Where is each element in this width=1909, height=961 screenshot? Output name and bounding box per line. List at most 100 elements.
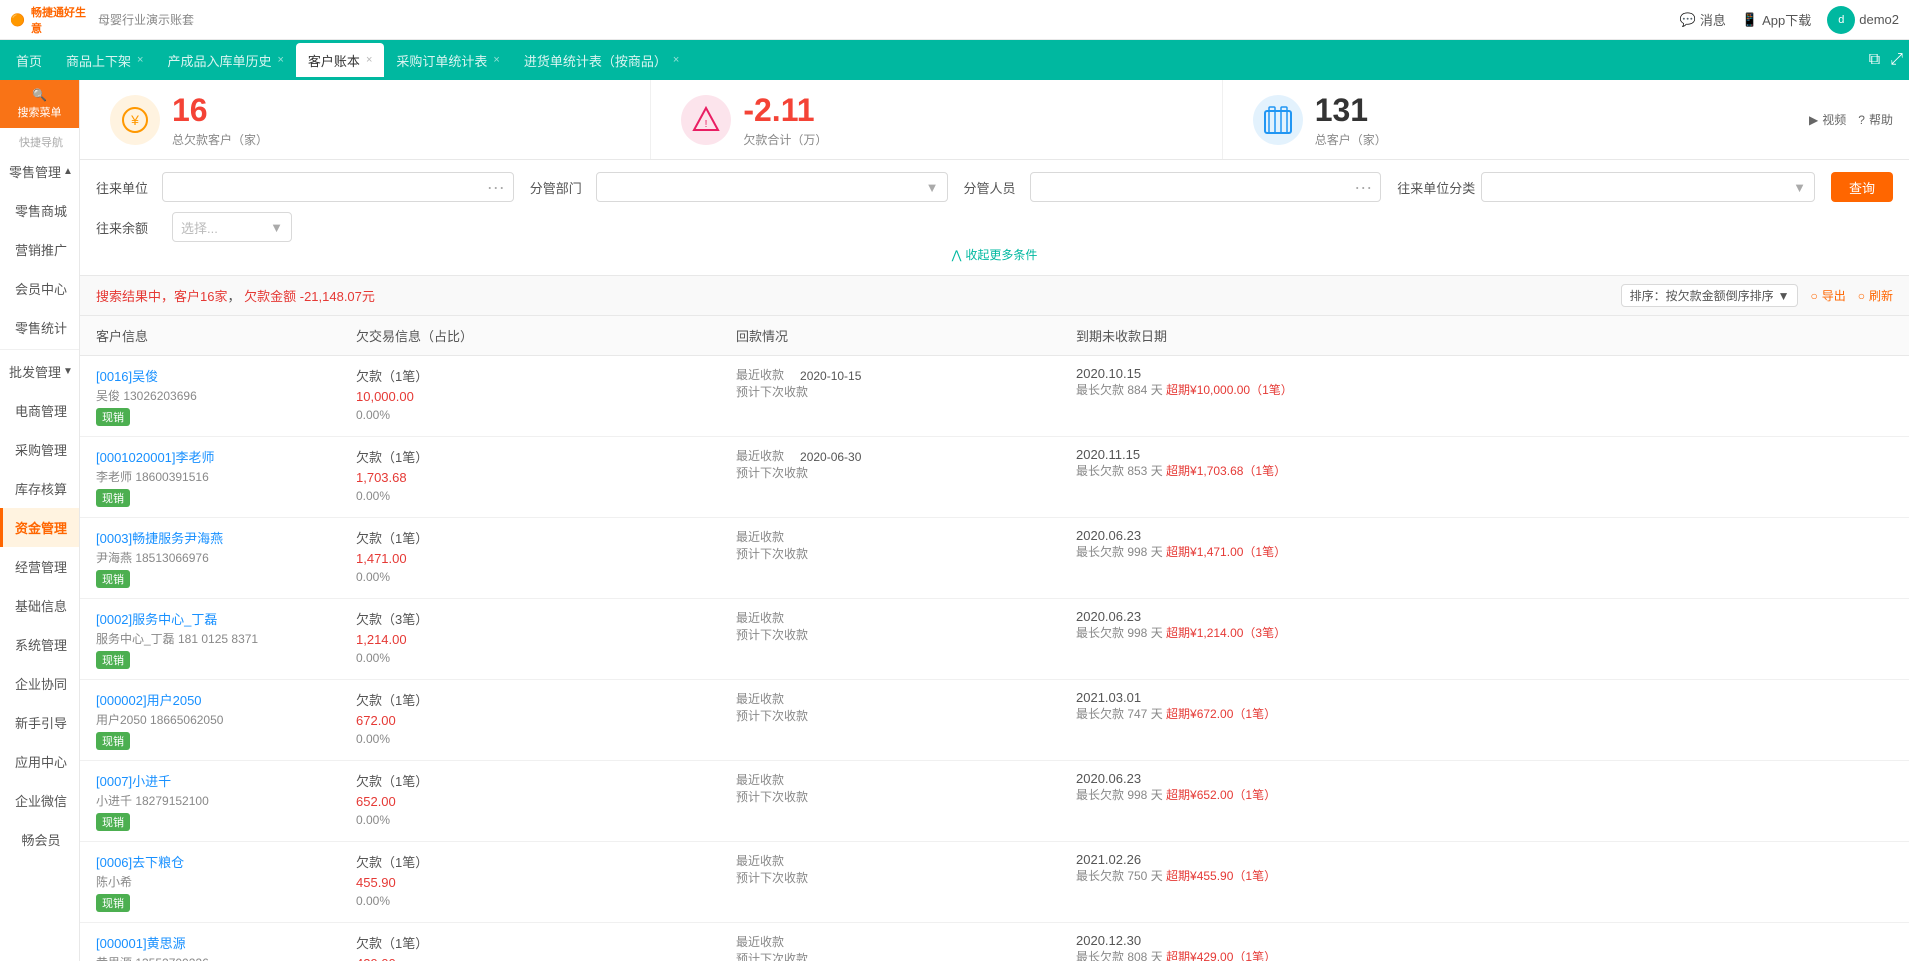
tab-product-shelf-close[interactable]: × [137,54,143,66]
customer-name-link-5[interactable]: [0007]小进千 [96,774,171,789]
tab-customer-ledger-label: 客户账本 [308,51,360,70]
message-button[interactable]: 💬 消息 [1680,10,1726,29]
cell-customer-3: [0002]服务中心_丁磊 服务中心_丁磊 181 0125 8371 现销 [80,599,340,680]
tab-goods-stats-close[interactable]: × [673,54,679,66]
next-collection-label-5: 预计下次收款 [736,788,1044,805]
debt-pct-3: 0.00% [356,651,704,665]
table-row[interactable]: [0001020001]李老师 李老师 18600391516 现销 欠款（1笔… [80,437,1909,518]
debt-count-5: 欠款（1笔） [356,771,704,790]
filter-source-unit-label: 往来单位 [96,178,156,197]
tab-inventory-history[interactable]: 产成品入库单历史 × [155,43,295,77]
tab-collapse-icon[interactable]: ⧉ [1867,49,1882,71]
stat-total-debt: ! -2.11 欠款合计（万） [651,80,1222,159]
collapse-button[interactable]: ⋀ 收起更多条件 [952,246,1038,263]
sidebar-item-inventory[interactable]: 库存核算 [0,469,79,508]
next-collection-label-7: 预计下次收款 [736,950,1044,961]
customer-name-link-2[interactable]: [0003]畅捷服务尹海燕 [96,531,223,546]
table-row[interactable]: [000001]黄思源 黄思源 13552700226 现销 欠款（1笔） 42… [80,923,1909,961]
sidebar-item-wholesale-mgmt[interactable]: 批发管理 ▼ [0,352,79,391]
filter-person-input[interactable]: ··· [1030,172,1382,202]
sidebar-item-system[interactable]: 系统管理 [0,625,79,664]
overdue-days-5: 最长欠款 998 天 超期¥652.00（1笔） [1076,786,1893,803]
tab-customer-ledger[interactable]: 客户账本 × [296,43,384,77]
overdue-days-6: 最长欠款 750 天 超期¥455.90（1笔） [1076,867,1893,884]
due-date-1: 2020.11.15 [1076,447,1893,462]
tab-customer-ledger-close[interactable]: × [366,54,372,66]
customer-name-link-4[interactable]: [000002]用户2050 [96,693,202,708]
table-row[interactable]: [0002]服务中心_丁磊 服务中心_丁磊 181 0125 8371 现销 欠… [80,599,1909,680]
tab-inventory-history-label: 产成品入库单历史 [167,51,271,70]
tab-product-shelf[interactable]: 商品上下架 × [54,43,155,77]
customer-name-link-3[interactable]: [0002]服务中心_丁磊 [96,612,217,627]
customer-name-link-0[interactable]: [0016]吴俊 [96,369,158,384]
sidebar-item-app-center[interactable]: 应用中心 [0,742,79,781]
table-row[interactable]: [0007]小进千 小进千 18279152100 现销 欠款（1笔） 652.… [80,761,1909,842]
sidebar-search[interactable]: 🔍 搜索菜单 [0,80,79,128]
collection-label-4: 最近收款 [736,690,784,707]
sidebar-item-purchase[interactable]: 采购管理 [0,430,79,469]
sidebar-item-operations[interactable]: 经营管理 [0,547,79,586]
customer-tag-1: 现销 [96,489,130,507]
cell-debt-2: 欠款（1笔） 1,471.00 0.00% [340,518,720,599]
overdue-text-7: 超期¥429.00（1笔） [1166,950,1276,961]
table-row[interactable]: [0016]吴俊 吴俊 13026203696 现销 欠款（1笔） 10,000… [80,356,1909,437]
customer-phone-6: 陈小希 [96,873,324,890]
customer-name-link-1[interactable]: [0001020001]李老师 [96,450,215,465]
sidebar-item-chang-member[interactable]: 畅会员 [0,820,79,859]
app-subtitle: 母婴行业演示账套 [98,11,194,28]
stat-debt-customers: ¥ 16 总欠款客户（家） [80,80,651,159]
user-avatar[interactable]: d demo2 [1827,6,1899,34]
sidebar-item-marketing[interactable]: 营销推广 [0,230,79,269]
tab-purchase-stats-close[interactable]: × [493,54,499,66]
table-row[interactable]: [0003]畅捷服务尹海燕 尹海燕 18513066976 现销 欠款（1笔） … [80,518,1909,599]
sidebar-item-member-center[interactable]: 会员中心 [0,269,79,308]
tab-bar: 首页 商品上下架 × 产成品入库单历史 × 客户账本 × 采购订单统计表 × 进… [0,40,1909,80]
sidebar-item-newbie-guide[interactable]: 新手引导 [0,703,79,742]
balance-select[interactable]: 选择... ▼ [172,212,292,242]
video-help-btn[interactable]: ▶ 视频 [1809,111,1846,128]
customer-phone-4: 用户2050 18665062050 [96,711,324,728]
filter-person: 分管人员 ··· [964,172,1382,202]
stat-icon-orange: ¥ [110,95,160,145]
next-collection-label-3: 预计下次收款 [736,626,1044,643]
table-row[interactable]: [0006]去下粮仓 陈小希 现销 欠款（1笔） 455.90 0.00% 最近… [80,842,1909,923]
app-download-button[interactable]: 📱 App下载 [1742,10,1811,29]
sidebar-item-retail-stats[interactable]: 零售统计 [0,308,79,347]
tab-inventory-history-close[interactable]: × [277,54,283,66]
sidebar-item-retail-mgmt[interactable]: 零售管理 ▲ [0,152,79,191]
sidebar-item-enterprise-wechat[interactable]: 企业微信 [0,781,79,820]
cell-customer-1: [0001020001]李老师 李老师 18600391516 现销 [80,437,340,518]
sort-select[interactable]: 排序：按欠款金额倒序排序 ▼ [1621,284,1799,307]
tab-goods-stats[interactable]: 进货单统计表（按商品） × [512,43,691,77]
sidebar-item-finance[interactable]: 资金管理 [0,508,79,547]
debt-amount-5: 652.00 [356,794,704,809]
search-icon: 🔍 [6,88,73,102]
query-button[interactable]: 查询 [1831,172,1893,202]
customer-name-link-7[interactable]: [000001]黄思源 [96,936,186,951]
overdue-text-6: 超期¥455.90（1笔） [1166,869,1276,883]
tab-purchase-stats[interactable]: 采购订单统计表 × [384,43,511,77]
filter-source-unit-input[interactable]: ··· [162,172,514,202]
sidebar-item-ecommerce[interactable]: 电商管理 [0,391,79,430]
cell-debt-0: 欠款（1笔） 10,000.00 0.00% [340,356,720,437]
cell-customer-5: [0007]小进千 小进千 18279152100 现销 [80,761,340,842]
refresh-button[interactable]: ○ 刷新 [1858,287,1893,304]
due-date-5: 2020.06.23 [1076,771,1893,786]
customer-name-link-6[interactable]: [0006]去下粮仓 [96,855,184,870]
sidebar-item-enterprise-collab[interactable]: 企业协同 [0,664,79,703]
table-row[interactable]: [000002]用户2050 用户2050 18665062050 现销 欠款（… [80,680,1909,761]
overdue-days-1: 最长欠款 853 天 超期¥1,703.68（1笔） [1076,462,1893,479]
cell-debt-3: 欠款（3笔） 1,214.00 0.00% [340,599,720,680]
due-date-3: 2020.06.23 [1076,609,1893,624]
sidebar-item-retail-mall[interactable]: 零售商城 [0,191,79,230]
chevron-down-icon-2: ▼ [63,366,73,377]
filter-unit-category-select[interactable]: ▼ [1481,172,1815,202]
sidebar-item-basic-info[interactable]: 基础信息 [0,586,79,625]
filter-dept-select[interactable]: ▼ [596,172,948,202]
tab-home[interactable]: 首页 [4,43,54,77]
tab-expand-icon[interactable]: ⤢ [1888,49,1905,71]
collection-label-1: 最近收款 [736,447,784,464]
stat-total-customers-label: 总客户（家） [1315,131,1387,148]
export-button[interactable]: ○ 导出 [1810,287,1845,304]
help-btn[interactable]: ? 帮助 [1858,111,1893,128]
